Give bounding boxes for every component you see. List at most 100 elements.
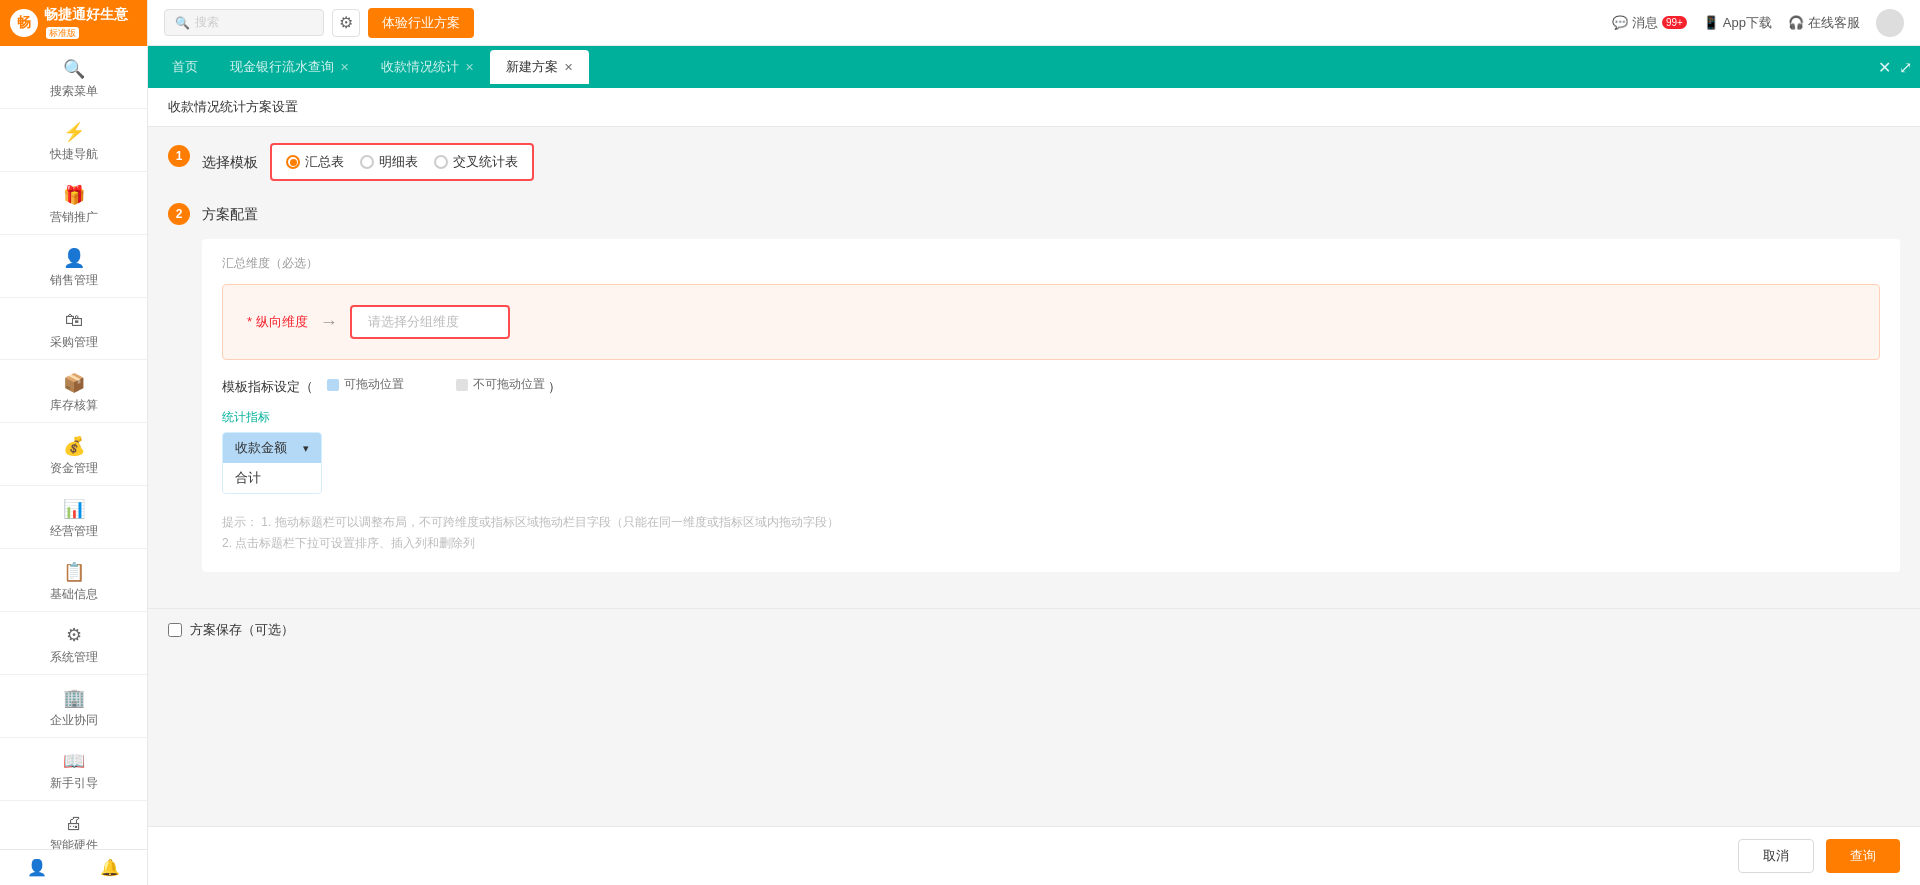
legend-fixed: 不可拖动位置	[456, 376, 545, 393]
newbie-icon: 📖	[63, 750, 85, 772]
section1-num: 1	[168, 145, 190, 167]
metrics-card: 收款金额 ▾ 合计	[222, 432, 322, 494]
tab-new-plan-close[interactable]: ✕	[564, 61, 573, 74]
tabbar: 首页 现金银行流水查询 ✕ 收款情况统计 ✕ 新建方案 ✕ ✕ ⤢	[148, 46, 1920, 88]
tab-collection-stat[interactable]: 收款情况统计 ✕	[365, 50, 490, 84]
tabbar-actions: ✕ ⤢	[1878, 58, 1912, 77]
sidebar-item-purchase[interactable]: 🛍 采购管理	[0, 298, 147, 360]
user1-icon: 👤	[27, 858, 47, 877]
page-body: 1 选择模板 汇总表 明细表	[148, 127, 1920, 608]
finance-icon: 💰	[63, 435, 85, 457]
section2-num: 2	[168, 203, 190, 225]
download-icon: 📱	[1703, 15, 1719, 30]
support-icon: 🎧	[1788, 15, 1804, 30]
purchase-icon: 🛍	[65, 310, 83, 331]
logo-icon: 畅	[10, 9, 38, 37]
tab-bank-flow-close[interactable]: ✕	[340, 61, 349, 74]
breadcrumb: 收款情况统计方案设置	[168, 99, 298, 114]
search-icon: 🔍	[175, 16, 190, 30]
tab-home[interactable]: 首页	[156, 50, 214, 84]
marketing-icon: 🎁	[63, 184, 85, 206]
cancel-button[interactable]: 取消	[1738, 839, 1814, 873]
tab-expand-btn[interactable]: ⤢	[1899, 58, 1912, 77]
metrics-card-header[interactable]: 收款金额 ▾	[223, 433, 321, 463]
save-checkbox[interactable]	[168, 623, 182, 637]
inventory-icon: 📦	[63, 372, 85, 394]
template-option-cross[interactable]: 交叉统计表	[434, 153, 518, 171]
sales-icon: 👤	[63, 247, 85, 269]
dimension-select[interactable]: 请选择分组维度	[350, 305, 510, 339]
sidebar-item-newbie[interactable]: 📖 新手引导	[0, 738, 147, 801]
topbar-search-box[interactable]: 🔍 搜索	[164, 9, 324, 36]
search-menu-icon: 🔍	[63, 58, 85, 80]
topbar-right: 💬 消息 99+ 📱 App下载 🎧 在线客服	[1612, 9, 1904, 37]
template-option-summary[interactable]: 汇总表	[286, 153, 344, 171]
legend-movable: 可拖动位置	[327, 376, 404, 393]
industry-btn[interactable]: 体验行业方案	[368, 8, 474, 38]
sidebar-item-marketing[interactable]: 🎁 营销推广	[0, 172, 147, 235]
basic-info-icon: 📋	[63, 561, 85, 583]
hint-line-2: 2. 点击标题栏下拉可设置排序、插入列和删除列	[222, 535, 1880, 552]
smart-hw-icon: 🖨	[65, 813, 83, 834]
metrics-section-label: 统计指标	[222, 409, 1880, 426]
metrics-legend-row: 模板指标设定（ 可拖动位置 不可拖动位置	[222, 376, 1880, 401]
section2-row: 2 方案配置 汇总维度（必选） * 纵向维度 →	[168, 201, 1900, 572]
tab-collection-stat-close[interactable]: ✕	[465, 61, 474, 74]
sidebar-bottom-user2[interactable]: 🔔	[100, 858, 120, 877]
sidebar-item-basic-info[interactable]: 📋 基础信息	[0, 549, 147, 612]
notification-icon: 💬	[1612, 15, 1628, 30]
metrics-area: 统计指标 收款金额 ▾ 合计	[222, 409, 1880, 494]
template-options-box: 汇总表 明细表 交叉统计表	[270, 143, 534, 181]
page-content: 收款情况统计方案设置 1 选择模板 汇总表	[148, 88, 1920, 826]
arrow-icon: →	[320, 312, 338, 333]
tab-bank-flow[interactable]: 现金银行流水查询 ✕	[214, 50, 365, 84]
sidebar-bottom-user1[interactable]: 👤	[27, 858, 47, 877]
quick-nav-icon: ⚡	[63, 121, 85, 143]
tab-close-all-btn[interactable]: ✕	[1878, 58, 1891, 77]
sidebar-item-finance[interactable]: 💰 资金管理	[0, 423, 147, 486]
legend-fixed-dot	[456, 379, 468, 391]
sidebar-item-smart-hw[interactable]: 🖨 智能硬件	[0, 801, 147, 849]
metrics-card-row: 合计	[223, 463, 321, 493]
section1-row: 1 选择模板 汇总表 明细表	[168, 143, 1900, 181]
metrics-legend: 可拖动位置 不可拖动位置	[327, 376, 545, 393]
sidebar-item-system[interactable]: ⚙ 系统管理	[0, 612, 147, 675]
user-avatar[interactable]	[1876, 9, 1904, 37]
sidebar-item-inventory[interactable]: 📦 库存核算	[0, 360, 147, 423]
save-row: 方案保存（可选）	[148, 608, 1920, 651]
radio-cross	[434, 155, 448, 169]
notification-badge: 99+	[1662, 16, 1687, 29]
gear-button[interactable]: ⚙	[332, 9, 360, 37]
template-option-detail[interactable]: 明细表	[360, 153, 418, 171]
sidebar-item-sales[interactable]: 👤 销售管理	[0, 235, 147, 298]
query-button[interactable]: 查询	[1826, 839, 1900, 873]
sidebar-nav: 🔍 搜索菜单 ⚡ 快捷导航 🎁 营销推广 👤 销售管理 🛍 采购管理 📦 库存核…	[0, 46, 147, 849]
logo: 畅 畅捷通好生意 标准版	[0, 0, 147, 46]
support-btn[interactable]: 🎧 在线客服	[1788, 14, 1860, 32]
radio-summary	[286, 155, 300, 169]
tab-new-plan[interactable]: 新建方案 ✕	[490, 50, 589, 84]
sidebar-bottom: 👤 🔔	[0, 849, 147, 885]
dropdown-icon: ▾	[303, 442, 309, 455]
enterprise-icon: 🏢	[63, 687, 85, 709]
user2-icon: 🔔	[100, 858, 120, 877]
radio-detail	[360, 155, 374, 169]
hints-section: 提示： 1. 拖动标题栏可以调整布局，不可跨维度或指标区域拖动栏目字段（只能在同…	[222, 514, 1880, 552]
metrics-setting-label: 模板指标设定（	[222, 379, 313, 394]
logo-text: 畅捷通好生意	[44, 6, 128, 24]
download-btn[interactable]: 📱 App下载	[1703, 14, 1772, 32]
sidebar-item-management[interactable]: 📊 经营管理	[0, 486, 147, 549]
system-icon: ⚙	[66, 624, 82, 646]
topbar-left: 🔍 搜索 ⚙ 体验行业方案	[164, 8, 474, 38]
vertical-label: * 纵向维度	[247, 313, 308, 331]
management-icon: 📊	[63, 498, 85, 520]
notification-btn[interactable]: 💬 消息 99+	[1612, 14, 1687, 32]
legend-movable-dot	[327, 379, 339, 391]
topbar: 🔍 搜索 ⚙ 体验行业方案 💬 消息 99+ 📱 App下载 🎧 在线客服	[148, 0, 1920, 46]
sidebar-item-quick-nav[interactable]: ⚡ 快捷导航	[0, 109, 147, 172]
section2-title: 方案配置	[202, 206, 258, 222]
dimension-row: * 纵向维度 → 请选择分组维度	[247, 305, 1855, 339]
sidebar-item-search-menu[interactable]: 🔍 搜索菜单	[0, 46, 147, 109]
section1-title: 选择模板	[202, 149, 258, 175]
sidebar-item-enterprise[interactable]: 🏢 企业协同	[0, 675, 147, 738]
